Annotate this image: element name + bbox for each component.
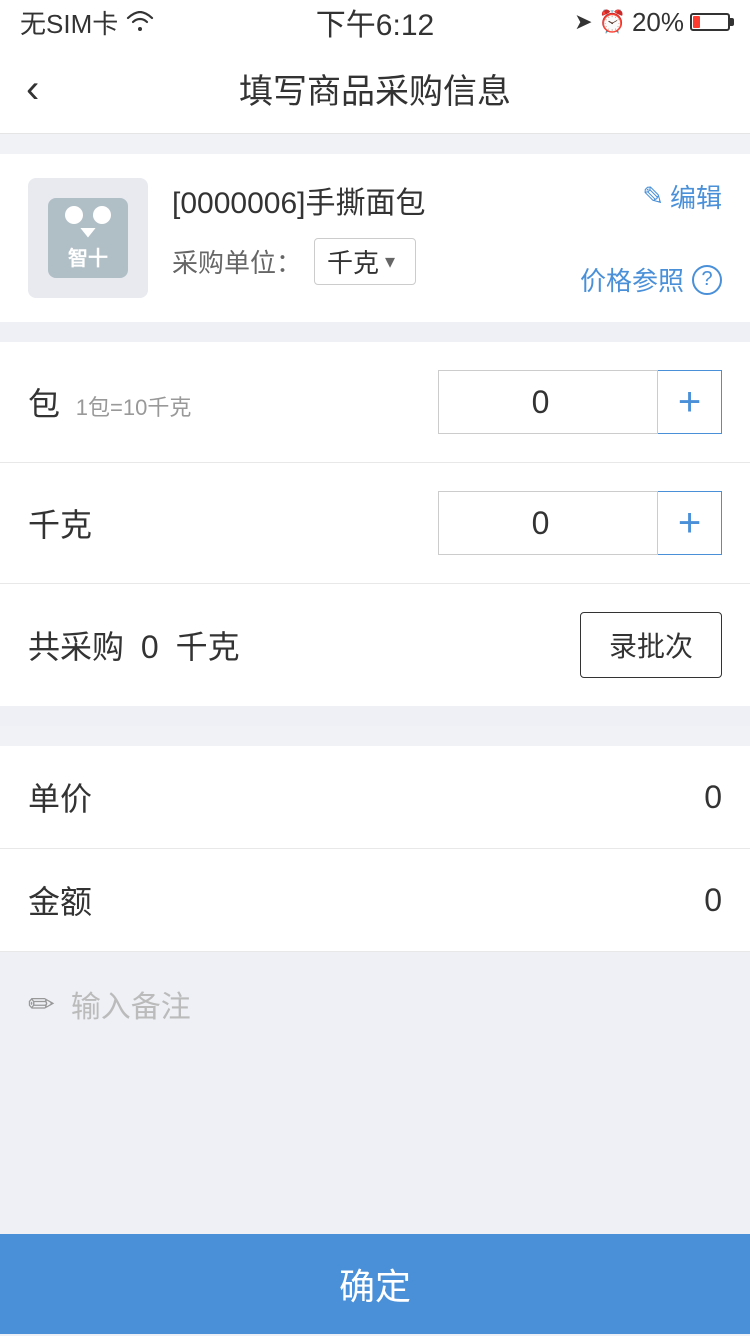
amount-row: 金额 0 <box>0 849 750 952</box>
unit-label: 采购单位： <box>172 243 302 280</box>
battery-percent: 20% <box>632 7 684 38</box>
edit-icon: ✎ <box>642 181 664 212</box>
section-divider-2 <box>0 706 750 726</box>
price-ref-label: 价格参照 <box>580 261 684 298</box>
summary-amount: 0 <box>141 629 159 665</box>
product-name: [0000006]手撕面包 <box>172 178 722 222</box>
kg-row: 千克 + <box>0 463 750 584</box>
status-bar: 无SIM卡 下午6:12 ➤ ⏰ 20% <box>0 0 750 44</box>
bag-sublabel: 1包=10千克 <box>76 395 192 420</box>
product-image: 智十 <box>28 178 148 298</box>
wifi-icon <box>126 7 154 38</box>
status-left: 无SIM卡 <box>20 4 154 41</box>
unit-price-row: 单价 0 <box>0 746 750 849</box>
amount-label: 金额 <box>28 877 92 923</box>
help-icon: ? <box>692 265 722 295</box>
summary-prefix: 共采购 <box>28 629 124 665</box>
owl-eye-right <box>93 206 111 224</box>
page-title: 填写商品采购信息 <box>239 64 511 113</box>
price-reference-button[interactable]: 价格参照 ? <box>580 261 722 298</box>
edit-button[interactable]: ✎ 编辑 <box>642 178 722 215</box>
bag-input[interactable] <box>438 370 658 434</box>
alarm-icon: ⏰ <box>599 9 626 35</box>
status-time: 下午6:12 <box>316 0 434 44</box>
amount-value: 0 <box>704 882 722 919</box>
bag-label-group: 包 1包=10千克 <box>28 379 191 425</box>
summary-row: 共采购 0 千克 录批次 <box>0 584 750 706</box>
product-card: 智十 [0000006]手撕面包 采购单位： 千克 ▾ ✎ 编辑 价格参照 ? <box>0 154 750 322</box>
unit-value: 千克 <box>327 243 379 280</box>
bag-label: 包 <box>28 386 60 422</box>
kg-label: 千克 <box>28 500 92 546</box>
battery-icon <box>690 13 730 31</box>
owl-text: 智十 <box>68 242 108 271</box>
bag-input-group: + <box>438 370 722 434</box>
bag-row: 包 1包=10千克 + <box>0 342 750 463</box>
edit-label: 编辑 <box>670 178 722 215</box>
location-icon: ➤ <box>574 9 592 35</box>
kg-plus-button[interactable]: + <box>658 491 722 555</box>
product-logo: 智十 <box>48 198 128 278</box>
record-batch-button[interactable]: 录批次 <box>580 612 722 678</box>
section-divider-1 <box>0 322 750 342</box>
summary-text: 共采购 0 千克 <box>28 622 240 668</box>
back-button[interactable]: ‹ <box>26 69 39 109</box>
owl-beak <box>80 228 96 238</box>
unit-price-label: 单价 <box>28 774 92 820</box>
owl-eyes <box>65 206 111 224</box>
unit-price-value: 0 <box>704 779 722 816</box>
unit-dropdown[interactable]: 千克 ▾ <box>314 238 416 285</box>
kg-input[interactable] <box>438 491 658 555</box>
price-section: 单价 0 金额 0 <box>0 746 750 952</box>
bag-plus-button[interactable]: + <box>658 370 722 434</box>
notes-placeholder: 输入备注 <box>71 982 191 1026</box>
confirm-button[interactable]: 确定 <box>0 1234 750 1334</box>
chevron-down-icon: ▾ <box>385 249 395 274</box>
status-right: ➤ ⏰ 20% <box>574 7 730 38</box>
pencil-icon: ✏ <box>28 985 55 1023</box>
kg-input-group: + <box>438 491 722 555</box>
nav-bar: ‹ 填写商品采购信息 <box>0 44 750 134</box>
owl-eye-left <box>65 206 83 224</box>
notes-section[interactable]: ✏ 输入备注 <box>0 952 750 1056</box>
summary-unit: 千克 <box>176 629 240 665</box>
form-section: 包 1包=10千克 + 千克 + 共采购 0 千克 录批次 <box>0 342 750 706</box>
network-indicator: 无SIM卡 <box>20 4 118 41</box>
